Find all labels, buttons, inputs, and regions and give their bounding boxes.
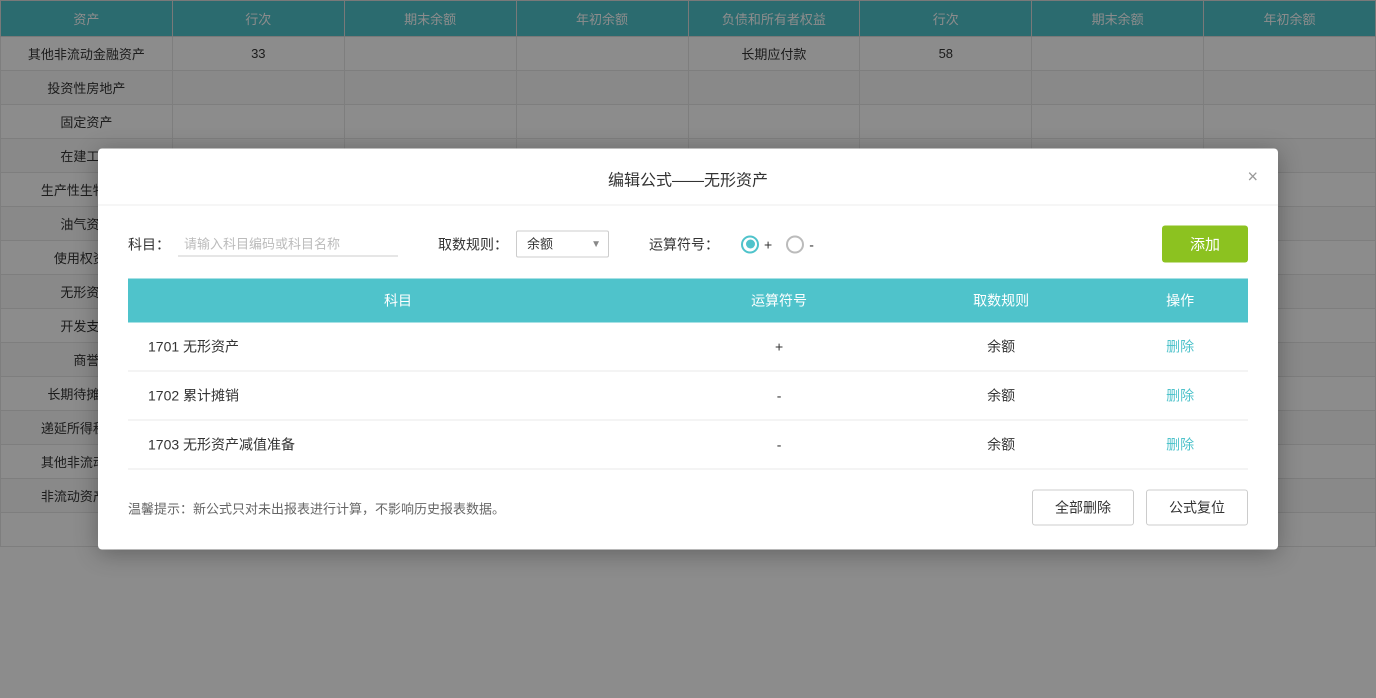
modal-footer: 温馨提示：新公式只对未出报表进行计算，不影响历史报表数据。 全部删除 公式复位: [98, 470, 1278, 526]
delete-row-link[interactable]: 删除: [1166, 339, 1194, 355]
delete-row-link[interactable]: 删除: [1166, 437, 1194, 453]
formula-operator-cell: +: [668, 323, 890, 372]
formula-rule-cell: 余额: [890, 420, 1112, 469]
subject-label: 科目：: [128, 234, 170, 254]
subject-input[interactable]: [178, 232, 398, 256]
close-button[interactable]: ×: [1247, 168, 1258, 186]
formula-rule-cell: 余额: [890, 371, 1112, 420]
rule-select-wrap: 余额 借方余额 贷方余额 发生额 ▼: [516, 231, 609, 258]
operator-minus-label: -: [809, 236, 814, 252]
operator-plus-label: +: [764, 236, 772, 252]
modal-header: 编辑公式——无形资产 ×: [98, 149, 1278, 206]
add-button[interactable]: 添加: [1162, 226, 1248, 263]
rule-section: 取数规则： 余额 借方余额 贷方余额 发生额 ▼: [438, 231, 609, 258]
formula-action-cell: 删除: [1112, 371, 1248, 420]
modal-title: 编辑公式——无形资产: [608, 167, 768, 191]
operator-label: 运算符号：: [649, 234, 719, 254]
operator-group: 运算符号： + -: [649, 234, 814, 254]
rule-select[interactable]: 余额 借方余额 贷方余额 发生额: [516, 231, 609, 258]
formula-action-cell: 删除: [1112, 420, 1248, 469]
formula-row: 1701 无形资产+余额 删除: [128, 323, 1248, 372]
formula-col-header: 科目: [128, 279, 668, 323]
formula-subject-cell: 1702 累计摊销: [128, 371, 668, 420]
footer-buttons: 全部删除 公式复位: [1032, 490, 1248, 526]
delete-row-link[interactable]: 删除: [1166, 388, 1194, 404]
formula-col-header: 运算符号: [668, 279, 890, 323]
formula-row: 1703 无形资产减值准备-余额 删除: [128, 420, 1248, 469]
formula-col-header: 操作: [1112, 279, 1248, 323]
formula-rule-cell: 余额: [890, 323, 1112, 372]
delete-all-button[interactable]: 全部删除: [1032, 490, 1134, 526]
operator-minus-radio[interactable]: -: [786, 235, 814, 253]
formula-subject-cell: 1701 无形资产: [128, 323, 668, 372]
formula-action-cell: 删除: [1112, 323, 1248, 372]
formula-form: 科目： 取数规则： 余额 借方余额 贷方余额 发生额 ▼ 运算符号： +: [98, 206, 1278, 279]
formula-col-header: 取数规则: [890, 279, 1112, 323]
formula-row: 1702 累计摊销-余额 删除: [128, 371, 1248, 420]
radio-plus-indicator: [741, 235, 759, 253]
formula-operator-cell: -: [668, 420, 890, 469]
edit-formula-modal: 编辑公式——无形资产 × 科目： 取数规则： 余额 借方余额 贷方余额 发生额 …: [98, 149, 1278, 550]
hint-text: 温馨提示：新公式只对未出报表进行计算，不影响历史报表数据。: [128, 498, 505, 517]
formula-table-wrap: 科目运算符号取数规则操作 1701 无形资产+余额删除1702 累计摊销-余额删…: [128, 279, 1248, 470]
radio-minus-indicator: [786, 235, 804, 253]
operator-plus-radio[interactable]: +: [741, 235, 772, 253]
reset-formula-button[interactable]: 公式复位: [1146, 490, 1248, 526]
formula-subject-cell: 1703 无形资产减值准备: [128, 420, 668, 469]
rule-label: 取数规则：: [438, 234, 508, 254]
formula-table: 科目运算符号取数规则操作 1701 无形资产+余额删除1702 累计摊销-余额删…: [128, 279, 1248, 470]
formula-operator-cell: -: [668, 371, 890, 420]
